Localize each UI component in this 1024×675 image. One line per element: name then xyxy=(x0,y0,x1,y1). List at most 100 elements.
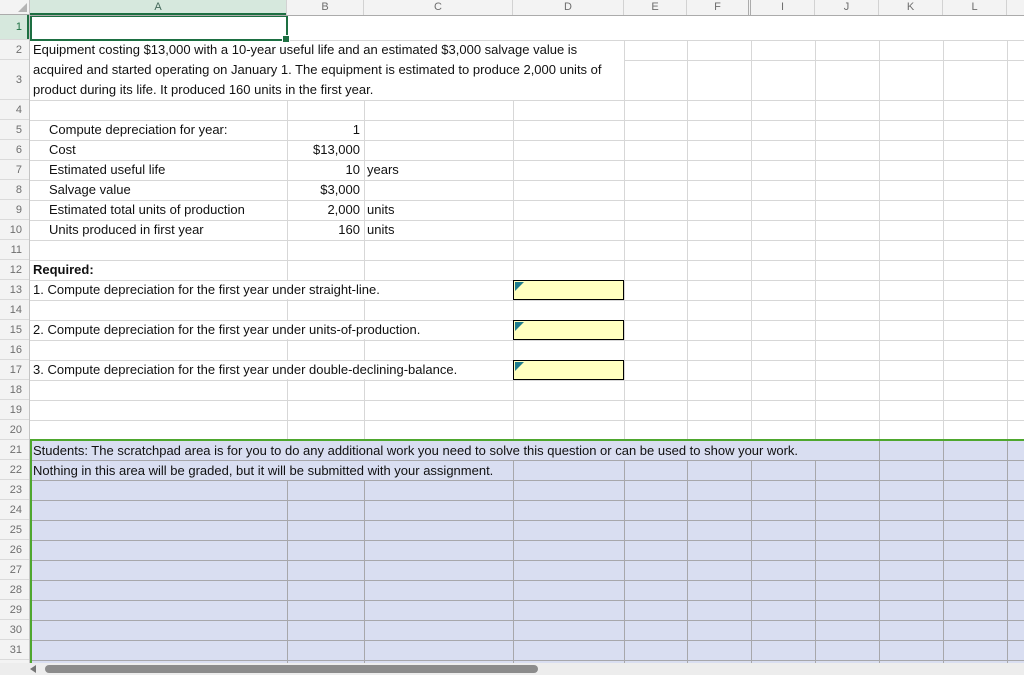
gridline xyxy=(30,340,1024,341)
column-header-i[interactable]: I xyxy=(751,0,815,15)
gridline xyxy=(31,520,1024,521)
column-header-d[interactable]: D xyxy=(513,0,624,15)
scratchpad-text-line-1[interactable]: Students: The scratchpad area is for you… xyxy=(33,441,798,460)
gridline xyxy=(30,300,1024,301)
row-header[interactable]: 15 xyxy=(0,320,29,340)
fill-handle[interactable] xyxy=(282,35,290,43)
gridline xyxy=(30,240,1024,241)
row-header[interactable]: 13 xyxy=(0,280,29,300)
row-header[interactable]: 28 xyxy=(0,580,29,600)
fact-label[interactable]: Compute depreciation for year: xyxy=(49,120,227,140)
answer-cell-1[interactable] xyxy=(513,280,624,300)
row-header[interactable]: 29 xyxy=(0,600,29,620)
column-header-j[interactable]: J xyxy=(815,0,879,15)
column-header-c[interactable]: C xyxy=(364,0,513,15)
row-header[interactable]: 14 xyxy=(0,300,29,320)
row-header[interactable]: 5 xyxy=(0,120,29,140)
column-header-b[interactable]: B xyxy=(287,0,364,15)
row-header[interactable]: 8 xyxy=(0,180,29,200)
gridline xyxy=(30,400,1024,401)
row-headers: 1 2 3 4 5 6 7 8 9 10 11 12 13 14 15 16 17 18 19 20 21 22 23 24 2… xyxy=(0,15,30,663)
row-header[interactable]: 6 xyxy=(0,140,29,160)
fact-value[interactable]: 1 xyxy=(260,120,360,140)
gridline xyxy=(31,540,1024,541)
row-header[interactable]: 17 xyxy=(0,360,29,380)
problem-text-line-1[interactable]: Equipment costing $13,000 with a 10-year… xyxy=(33,40,577,60)
answer-flag-icon xyxy=(515,322,524,331)
required-item-3[interactable]: 3. Compute depreciation for the first ye… xyxy=(33,360,457,380)
row-header[interactable]: 25 xyxy=(0,520,29,540)
column-header-l[interactable]: L xyxy=(943,0,1007,15)
fact-label[interactable]: Cost xyxy=(49,140,76,160)
row-header[interactable]: 23 xyxy=(0,480,29,500)
gridline xyxy=(31,580,1024,581)
select-all-button[interactable] xyxy=(0,0,30,15)
gridline xyxy=(513,100,514,439)
row-header[interactable]: 19 xyxy=(0,400,29,420)
required-item-2[interactable]: 2. Compute depreciation for the first ye… xyxy=(33,320,420,340)
answer-flag-icon xyxy=(515,362,524,371)
fact-value[interactable]: 10 xyxy=(260,160,360,180)
row-header[interactable]: 2 xyxy=(0,40,29,60)
row-header[interactable]: 18 xyxy=(0,380,29,400)
gridline xyxy=(1007,441,1008,663)
row-header[interactable]: 16 xyxy=(0,340,29,360)
fact-value[interactable]: 2,000 xyxy=(260,200,360,220)
row-header[interactable]: 27 xyxy=(0,560,29,580)
row-header[interactable]: 26 xyxy=(0,540,29,560)
row-header[interactable]: 11 xyxy=(0,240,29,260)
column-headers: A B C D E F I J K L xyxy=(30,0,1024,16)
fact-unit[interactable]: years xyxy=(367,160,399,180)
row-header[interactable]: 1 xyxy=(0,15,29,40)
fact-label[interactable]: Salvage value xyxy=(49,180,131,200)
column-header-f[interactable]: F xyxy=(687,0,751,15)
fact-label[interactable]: Estimated total units of production xyxy=(49,200,245,220)
gridline xyxy=(31,560,1024,561)
scrollbar-thumb[interactable] xyxy=(45,665,538,673)
row-header[interactable]: 7 xyxy=(0,160,29,180)
fact-label[interactable]: Estimated useful life xyxy=(49,160,165,180)
row-header[interactable]: 21 xyxy=(0,440,29,460)
row-header[interactable]: 12 xyxy=(0,260,29,280)
gridline xyxy=(513,441,514,663)
row-header[interactable]: 4 xyxy=(0,100,29,120)
answer-cell-2[interactable] xyxy=(513,320,624,340)
gridline xyxy=(30,260,1024,261)
row-header[interactable]: 24 xyxy=(0,500,29,520)
fact-value[interactable]: $3,000 xyxy=(260,180,360,200)
gridline xyxy=(30,140,1024,141)
column-header-a[interactable]: A xyxy=(30,0,287,15)
row-header[interactable]: 31 xyxy=(0,640,29,660)
fact-value[interactable]: $13,000 xyxy=(260,140,360,160)
selected-cell-a1[interactable] xyxy=(30,15,290,43)
required-heading[interactable]: Required: xyxy=(33,260,94,280)
horizontal-scrollbar[interactable] xyxy=(0,663,1024,675)
required-item-1[interactable]: 1. Compute depreciation for the first ye… xyxy=(33,280,380,300)
spreadsheet-window: Equipment costing $13,000 with a 10-year… xyxy=(0,0,1024,675)
gridline xyxy=(815,441,816,663)
row-header[interactable]: 3 xyxy=(0,60,29,100)
gridline xyxy=(31,620,1024,621)
row-header[interactable]: 10 xyxy=(0,220,29,240)
row-header[interactable]: 20 xyxy=(0,420,29,440)
gridline xyxy=(30,160,1024,161)
row-header[interactable]: 22 xyxy=(0,460,29,480)
column-header-partial[interactable] xyxy=(1007,0,1024,15)
scratchpad-text-line-2[interactable]: Nothing in this area will be graded, but… xyxy=(33,461,493,480)
problem-text-line-2[interactable]: acquired and started operating on Januar… xyxy=(33,60,602,80)
fact-unit[interactable]: units xyxy=(367,220,394,240)
fact-unit[interactable]: units xyxy=(367,200,394,220)
fact-value[interactable]: 160 xyxy=(260,220,360,240)
scroll-left-arrow-icon[interactable] xyxy=(30,665,36,673)
answer-cell-3[interactable] xyxy=(513,360,624,380)
gridline xyxy=(624,60,1024,61)
answer-flag-icon xyxy=(515,282,524,291)
column-header-k[interactable]: K xyxy=(879,0,943,15)
problem-text-line-3[interactable]: product during its life. It produced 160… xyxy=(33,80,373,100)
row-header[interactable]: 30 xyxy=(0,620,29,640)
fact-label[interactable]: Units produced in first year xyxy=(49,220,204,240)
gridline xyxy=(31,660,1024,661)
column-header-e[interactable]: E xyxy=(624,0,687,15)
row-header[interactable]: 9 xyxy=(0,200,29,220)
gridline xyxy=(31,640,1024,641)
